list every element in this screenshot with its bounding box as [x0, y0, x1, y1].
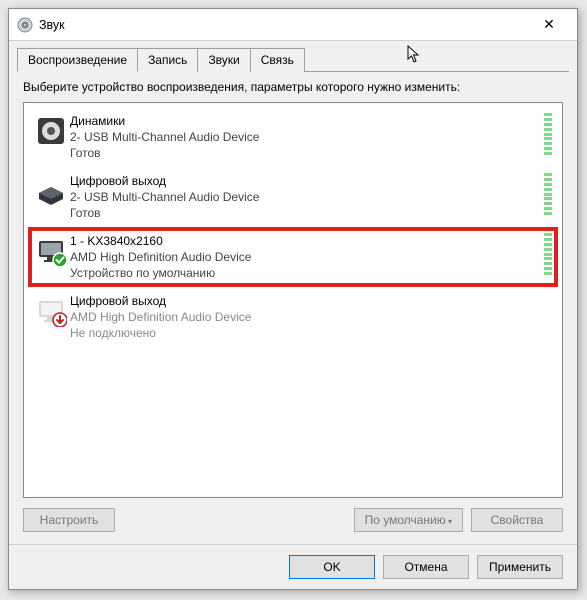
list-buttons: Настроить По умолчанию Свойства — [23, 498, 563, 536]
device-row[interactable]: Цифровой выходAMD High Definition Audio … — [28, 287, 558, 347]
tab-content: Выберите устройство воспроизведения, пар… — [9, 72, 577, 544]
titlebar: Звук ✕ — [9, 9, 577, 41]
instruction-text: Выберите устройство воспроизведения, пар… — [23, 80, 563, 94]
box-icon — [32, 173, 70, 207]
close-icon: ✕ — [543, 16, 555, 33]
level-meter — [544, 233, 552, 275]
device-status: Устройство по умолчанию — [70, 265, 538, 281]
monitor-icon — [32, 293, 70, 327]
speaker-icon — [32, 113, 70, 147]
device-name: Цифровой выход — [70, 173, 538, 189]
apply-button[interactable]: Применить — [477, 555, 563, 579]
level-meter — [544, 173, 552, 215]
device-text: Динамики2- USB Multi-Channel Audio Devic… — [70, 113, 538, 161]
window-title: Звук — [39, 18, 529, 32]
device-name: 1 - KX3840x2160 — [70, 233, 538, 249]
device-name: Динамики — [70, 113, 538, 129]
tab-communications[interactable]: Связь — [250, 48, 305, 72]
device-listbox[interactable]: Динамики2- USB Multi-Channel Audio Devic… — [23, 102, 563, 498]
device-status: Не подключено — [70, 325, 538, 341]
tabs: Воспроизведение Запись Звуки Связь — [17, 47, 569, 72]
device-status: Готов — [70, 145, 538, 161]
device-driver: AMD High Definition Audio Device — [70, 249, 538, 265]
volume-icon — [17, 17, 33, 33]
device-row[interactable]: Динамики2- USB Multi-Channel Audio Devic… — [28, 107, 558, 167]
set-default-button[interactable]: По умолчанию — [354, 508, 463, 532]
device-driver: 2- USB Multi-Channel Audio Device — [70, 189, 538, 205]
configure-button[interactable]: Настроить — [23, 508, 115, 532]
device-row[interactable]: Цифровой выход2- USB Multi-Channel Audio… — [28, 167, 558, 227]
monitor-icon — [32, 233, 70, 267]
device-text: 1 - KX3840x2160AMD High Definition Audio… — [70, 233, 538, 281]
device-text: Цифровой выход2- USB Multi-Channel Audio… — [70, 173, 538, 221]
close-button[interactable]: ✕ — [529, 9, 569, 40]
ok-button[interactable]: OK — [289, 555, 375, 579]
device-text: Цифровой выходAMD High Definition Audio … — [70, 293, 538, 341]
device-name: Цифровой выход — [70, 293, 538, 309]
device-driver: AMD High Definition Audio Device — [70, 309, 538, 325]
device-row[interactable]: 1 - KX3840x2160AMD High Definition Audio… — [28, 227, 558, 287]
device-status: Готов — [70, 205, 538, 221]
cancel-button[interactable]: Отмена — [383, 555, 469, 579]
tab-sounds[interactable]: Звуки — [197, 48, 250, 72]
properties-button[interactable]: Свойства — [471, 508, 563, 532]
device-driver: 2- USB Multi-Channel Audio Device — [70, 129, 538, 145]
tab-recording[interactable]: Запись — [137, 48, 198, 72]
tab-playback[interactable]: Воспроизведение — [17, 48, 138, 72]
dialog-buttons: OK Отмена Применить — [9, 544, 577, 589]
tabs-container: Воспроизведение Запись Звуки Связь — [9, 41, 577, 72]
sound-dialog: Звук ✕ Воспроизведение Запись Звуки Связ… — [8, 8, 578, 590]
level-meter — [544, 113, 552, 155]
